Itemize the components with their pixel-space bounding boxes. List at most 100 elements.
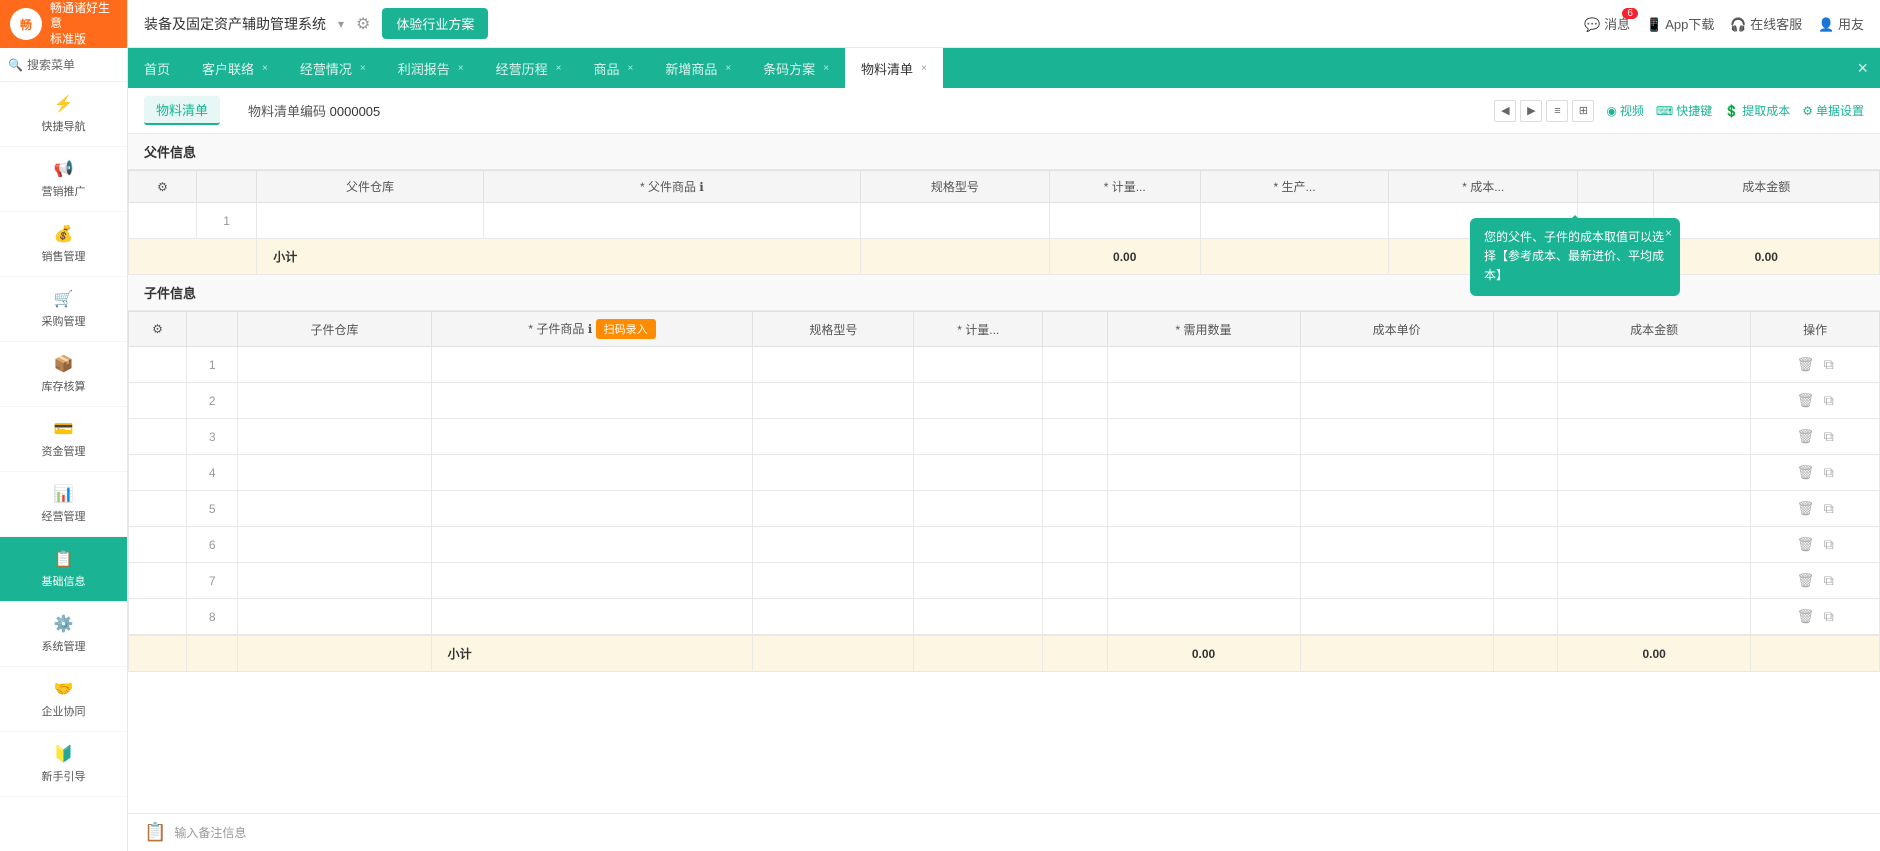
child-row7-amount[interactable] xyxy=(1558,563,1751,599)
scan-button[interactable]: 扫码录入 xyxy=(596,319,656,339)
child-row1-qty[interactable] xyxy=(1107,347,1300,383)
doc-settings-action[interactable]: ⚙ 单据设置 xyxy=(1802,102,1864,119)
child-row3-amount[interactable] xyxy=(1558,419,1751,455)
copy-row6-btn[interactable]: ⧉ xyxy=(1824,536,1834,552)
tab-history[interactable]: 经营历程 × xyxy=(480,48,578,88)
nav-prev-btn[interactable]: ◀ xyxy=(1494,100,1516,122)
child-row4-product[interactable] xyxy=(431,455,753,491)
cost-action[interactable]: 💲 提取成本 xyxy=(1724,102,1790,119)
nav-next-btn[interactable]: ▶ xyxy=(1520,100,1542,122)
sidebar-item-basic-info[interactable]: 📋 基础信息 xyxy=(0,537,127,602)
delete-row3-btn[interactable]: 🗑 xyxy=(1797,428,1815,444)
child-row7-product[interactable] xyxy=(431,563,753,599)
close-tab-bom[interactable]: × xyxy=(921,63,927,74)
close-tab-history[interactable]: × xyxy=(556,63,562,74)
child-row4-qty[interactable] xyxy=(1107,455,1300,491)
child-th-settings[interactable]: ⚙ xyxy=(129,312,187,347)
child-row4-unit[interactable] xyxy=(914,455,1043,491)
child-row8-amount[interactable] xyxy=(1558,599,1751,635)
tab-profit[interactable]: 利润报告 × xyxy=(382,48,480,88)
child-row4-spec[interactable] xyxy=(753,455,914,491)
child-row2-warehouse[interactable] xyxy=(238,383,431,419)
child-row2-spec[interactable] xyxy=(753,383,914,419)
child-row8-unit[interactable] xyxy=(914,599,1043,635)
child-row6-amount[interactable] xyxy=(1558,527,1751,563)
child-row6-product[interactable] xyxy=(431,527,753,563)
child-row7-unit[interactable] xyxy=(914,563,1043,599)
delete-row8-btn[interactable]: 🗑 xyxy=(1797,608,1815,624)
sidebar-item-marketing[interactable]: 📢 营销推广 xyxy=(0,147,127,212)
delete-row4-btn[interactable]: 🗑 xyxy=(1797,464,1815,480)
parent-th-settings[interactable]: ⚙ xyxy=(129,171,197,203)
child-row1-product[interactable] xyxy=(431,347,753,383)
child-row2-amount[interactable] xyxy=(1558,383,1751,419)
copy-row2-btn[interactable]: ⧉ xyxy=(1824,392,1834,408)
child-row3-unit[interactable] xyxy=(914,419,1043,455)
close-all-tabs[interactable]: × xyxy=(1845,58,1880,79)
sidebar-item-system[interactable]: ⚙️ 系统管理 xyxy=(0,602,127,667)
system-dropdown-arrow[interactable]: ▾ xyxy=(338,17,344,31)
child-row8-price[interactable] xyxy=(1300,599,1493,635)
trial-button[interactable]: 体验行业方案 xyxy=(382,8,488,39)
delete-row5-btn[interactable]: 🗑 xyxy=(1797,500,1815,516)
child-row8-qty[interactable] xyxy=(1107,599,1300,635)
user-item[interactable]: 👤 用友 xyxy=(1818,14,1864,33)
delete-row1-btn[interactable]: 🗑 xyxy=(1797,356,1815,372)
copy-row7-btn[interactable]: ⧉ xyxy=(1824,572,1834,588)
nav-menu-btn[interactable]: ≡ xyxy=(1546,100,1568,122)
settings-icon[interactable]: ⚙ xyxy=(356,14,370,34)
sidebar-item-guide[interactable]: 🔰 新手引导 xyxy=(0,732,127,797)
child-row5-unit[interactable] xyxy=(914,491,1043,527)
close-tab-profit[interactable]: × xyxy=(458,63,464,74)
close-tab-barcode[interactable]: × xyxy=(823,63,829,74)
sidebar-item-inventory[interactable]: 📦 库存核算 xyxy=(0,342,127,407)
child-row1-unit[interactable] xyxy=(914,347,1043,383)
view-action[interactable]: ◉ 视频 xyxy=(1606,102,1644,119)
sidebar-item-sales[interactable]: 💰 销售管理 xyxy=(0,212,127,277)
child-row6-price[interactable] xyxy=(1300,527,1493,563)
child-row3-qty[interactable] xyxy=(1107,419,1300,455)
tab-bom[interactable]: 物料清单 × xyxy=(845,48,943,88)
copy-row8-btn[interactable]: ⧉ xyxy=(1824,608,1834,624)
child-row8-spec[interactable] xyxy=(753,599,914,635)
parent-row1-product[interactable] xyxy=(483,203,860,239)
child-row8-warehouse[interactable] xyxy=(238,599,431,635)
child-row7-warehouse[interactable] xyxy=(238,563,431,599)
child-row2-product[interactable] xyxy=(431,383,753,419)
child-row3-spec[interactable] xyxy=(753,419,914,455)
child-row6-warehouse[interactable] xyxy=(238,527,431,563)
tab-operation-status[interactable]: 经营情况 × xyxy=(284,48,382,88)
delete-row6-btn[interactable]: 🗑 xyxy=(1797,536,1815,552)
search-menu[interactable]: 🔍 搜索菜单 xyxy=(0,48,127,82)
close-tab-operation[interactable]: × xyxy=(360,63,366,74)
parent-row1-amount[interactable] xyxy=(1653,203,1880,239)
shortcut-action[interactable]: ⌨ 快捷键 xyxy=(1656,102,1712,119)
child-row5-qty[interactable] xyxy=(1107,491,1300,527)
parent-row1-unit[interactable] xyxy=(1049,203,1200,239)
child-row3-product[interactable] xyxy=(431,419,753,455)
child-row4-warehouse[interactable] xyxy=(238,455,431,491)
child-row7-spec[interactable] xyxy=(753,563,914,599)
app-download-item[interactable]: 📱 App下载 xyxy=(1646,14,1714,33)
sub-tab-bom-list[interactable]: 物料清单 xyxy=(144,96,220,125)
message-item[interactable]: 💬 6 消息 xyxy=(1584,14,1630,33)
child-row1-warehouse[interactable] xyxy=(238,347,431,383)
tab-home[interactable]: 首页 xyxy=(128,48,186,88)
child-row3-warehouse[interactable] xyxy=(238,419,431,455)
child-row6-spec[interactable] xyxy=(753,527,914,563)
child-row2-unit[interactable] xyxy=(914,383,1043,419)
close-tab-customer[interactable]: × xyxy=(262,63,268,74)
parent-row1-prod[interactable] xyxy=(1200,203,1389,239)
copy-row1-btn[interactable]: ⧉ xyxy=(1824,356,1834,372)
close-tab-new-goods[interactable]: × xyxy=(725,63,731,74)
online-service-item[interactable]: 🎧 在线客服 xyxy=(1730,14,1802,33)
sidebar-item-quick-nav[interactable]: ⚡ 快捷导航 xyxy=(0,82,127,147)
nav-grid-btn[interactable]: ⊞ xyxy=(1572,100,1594,122)
sidebar-item-cooperation[interactable]: 🤝 企业协同 xyxy=(0,667,127,732)
sidebar-item-operation[interactable]: 📊 经营管理 xyxy=(0,472,127,537)
tooltip-close-btn[interactable]: × xyxy=(1665,224,1672,243)
child-row5-amount[interactable] xyxy=(1558,491,1751,527)
copy-row3-btn[interactable]: ⧉ xyxy=(1824,428,1834,444)
child-row1-amount[interactable] xyxy=(1558,347,1751,383)
tab-barcode[interactable]: 条码方案 × xyxy=(747,48,845,88)
